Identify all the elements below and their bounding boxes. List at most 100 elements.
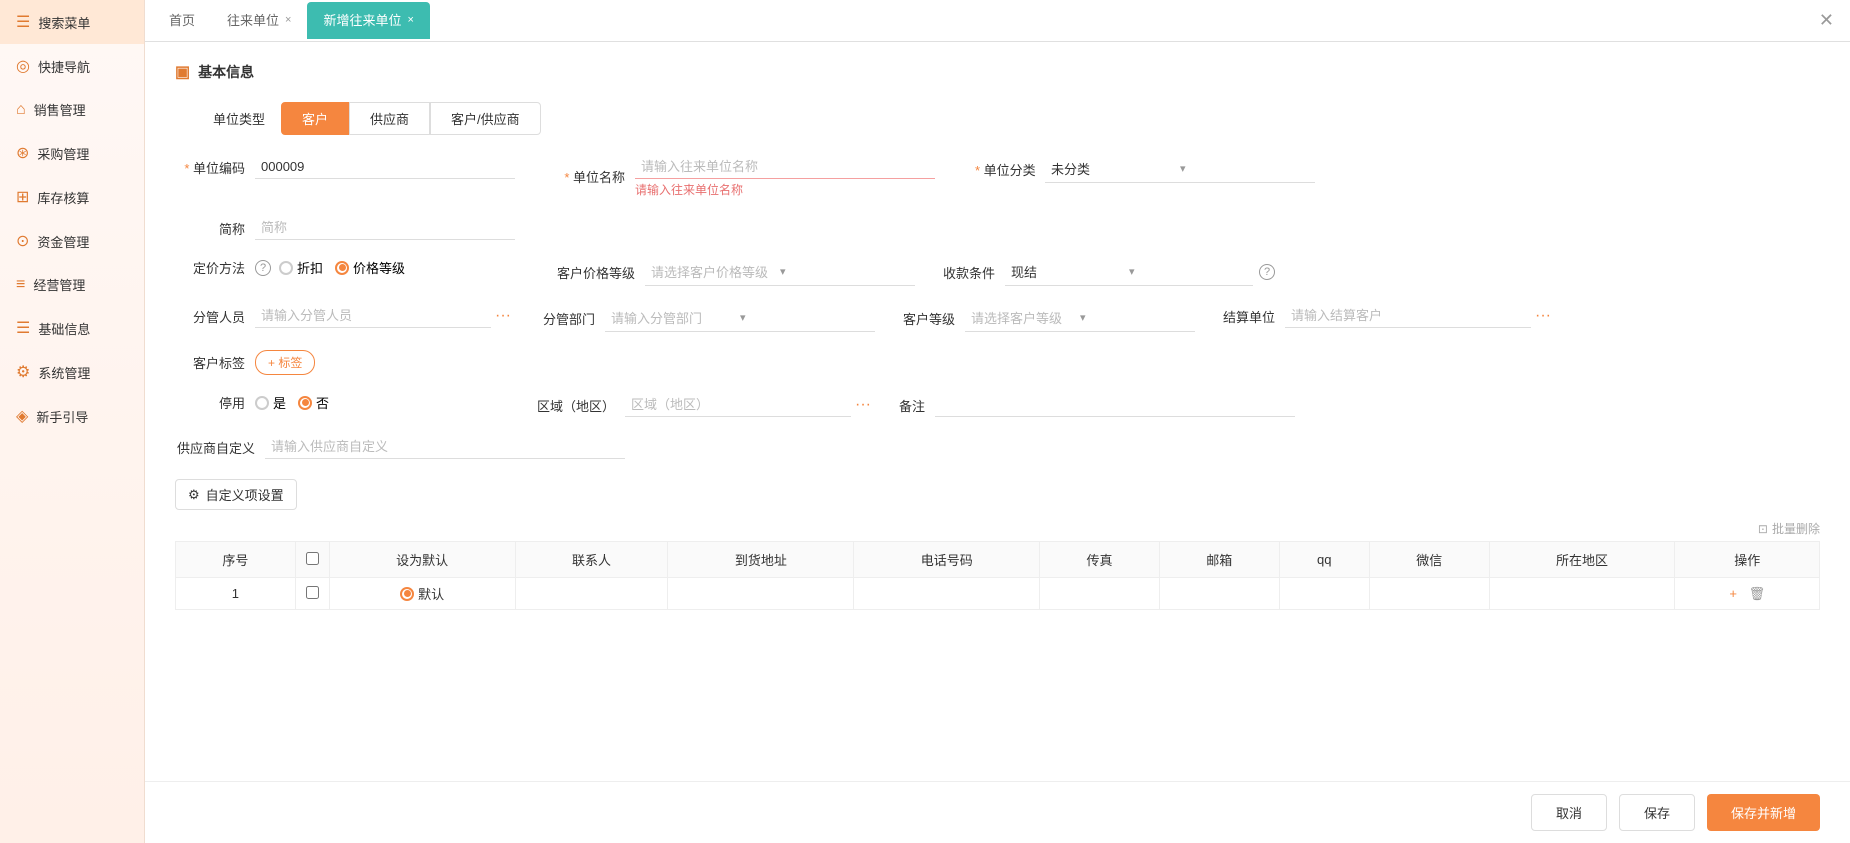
tab-add-partner[interactable]: 新增往来单位 × [307, 2, 429, 39]
tab-partner-list-close[interactable]: × [285, 14, 291, 26]
sidebar-item-purchase[interactable]: ⊛ 采购管理 [0, 131, 144, 175]
pricelevel-label: 价格等级 [353, 258, 405, 277]
supervisor-more-btn[interactable]: ··· [491, 307, 515, 325]
cell-address[interactable] [668, 578, 854, 610]
tab-home[interactable]: 首页 [153, 2, 211, 39]
section-info-icon: ▣ [175, 62, 190, 82]
sidebar-item-label: 基础信息 [38, 319, 90, 338]
disabled-radio-no[interactable]: 否 [298, 393, 329, 412]
select-all-checkbox[interactable] [306, 552, 319, 565]
add-tag-btn[interactable]: + 标签 [255, 350, 315, 375]
default-radio-circle [400, 587, 414, 601]
customer-level-select[interactable]: 请选择客户等级 ▾ [965, 304, 1195, 332]
settlement-unit-input[interactable] [1285, 304, 1531, 328]
cell-fax[interactable] [1040, 578, 1160, 610]
cell-email[interactable] [1159, 578, 1279, 610]
cell-qq[interactable] [1279, 578, 1369, 610]
tab-partner-list-label: 往来单位 [227, 10, 279, 29]
row-add-btn[interactable]: + [1729, 586, 1737, 601]
settlement-unit-more-btn[interactable]: ··· [1531, 307, 1555, 325]
form-row-tags: 客户标签 + 标签 [175, 350, 1820, 375]
sidebar-item-label: 库存核算 [37, 188, 89, 207]
payment-terms-select[interactable]: 现结 ▾ [1005, 258, 1253, 286]
sidebar-item-search[interactable]: ☰ 搜索菜单 [0, 0, 144, 44]
row-delete-btn[interactable]: 🗑 [1749, 586, 1766, 601]
row-checkbox[interactable] [306, 586, 319, 599]
save-new-button[interactable]: 保存并新增 [1707, 794, 1820, 831]
sidebar-item-ops[interactable]: ≡ 经营管理 [0, 263, 144, 306]
custom-settings-btn[interactable]: ⚙ 自定义项设置 [175, 479, 297, 510]
tab-home-label: 首页 [169, 10, 195, 29]
customer-level-label: 客户等级 [895, 309, 965, 328]
unit-category-select[interactable]: 未分类 ▾ [1045, 155, 1315, 183]
supervisor-input[interactable] [255, 304, 491, 328]
sidebar-item-stock[interactable]: ⊞ 库存核算 [0, 175, 144, 219]
sidebar-item-sales[interactable]: ⌂ 销售管理 [0, 88, 144, 131]
batch-delete-icon: ⊡ [1758, 522, 1768, 536]
col-qq: qq [1279, 542, 1369, 578]
form-row-disabled: 停用 是 否 区域（地区） [175, 393, 1820, 417]
pricing-radio-group: 折扣 价格等级 [279, 258, 405, 277]
cancel-button[interactable]: 取消 [1531, 794, 1607, 831]
field-customer-tags: 客户标签 + 标签 [175, 350, 1820, 375]
tab-partner-list[interactable]: 往来单位 × [211, 2, 307, 39]
unit-name-input[interactable] [635, 155, 935, 179]
section-title: 基本信息 [198, 62, 254, 82]
remark-input[interactable] [935, 393, 1295, 417]
region-more-btn[interactable]: ··· [851, 396, 875, 414]
sidebar-item-basicinfo[interactable]: ☰ 基础信息 [0, 306, 144, 350]
unit-code-input[interactable] [255, 155, 515, 179]
batch-delete-label[interactable]: 批量删除 [1772, 520, 1820, 537]
sidebar-item-quicknav[interactable]: ◎ 快捷导航 [0, 44, 144, 88]
sidebar-item-label: 销售管理 [34, 100, 86, 119]
customer-price-level-label: 客户价格等级 [555, 263, 645, 282]
disabled-radio-group: 是 否 [255, 393, 329, 412]
pricing-help-icon[interactable]: ? [255, 260, 271, 276]
tab-add-partner-close[interactable]: × [407, 14, 413, 26]
form-content: ▣ 基本信息 单位类型 客户 供应商 客户/供应商 单位编码 单位名称 请输入往… [145, 42, 1850, 843]
tab-add-partner-label: 新增往来单位 [323, 10, 401, 29]
pricing-radio-pricelevel[interactable]: 价格等级 [335, 258, 405, 277]
cell-contact[interactable] [515, 578, 668, 610]
unit-type-customer-btn[interactable]: 客户 [281, 102, 349, 135]
unit-type-supplier-btn[interactable]: 供应商 [349, 102, 430, 135]
col-checkbox[interactable] [295, 542, 329, 578]
settlement-unit-label: 结算单位 [1215, 307, 1285, 326]
field-payment-terms: 收款条件 现结 ▾ ? [935, 258, 1275, 286]
supplier-custom-input[interactable] [265, 435, 625, 459]
col-region: 所在地区 [1489, 542, 1675, 578]
field-customer-level: 客户等级 请选择客户等级 ▾ [895, 304, 1195, 332]
field-unit-name: 单位名称 请输入往来单位名称 [555, 155, 935, 198]
unit-type-both-btn[interactable]: 客户/供应商 [430, 102, 541, 135]
sidebar-item-sysconfig[interactable]: ⚙ 系统管理 [0, 350, 144, 394]
default-radio[interactable]: 默认 [340, 584, 505, 603]
cell-index: 1 [176, 578, 296, 610]
customer-price-level-select[interactable]: 请选择客户价格等级 ▾ [645, 258, 915, 286]
payment-terms-help[interactable]: ? [1259, 264, 1275, 280]
cell-region[interactable] [1489, 578, 1675, 610]
newguide-icon: ◈ [16, 406, 28, 426]
table-section: ⚙ 自定义项设置 ⊡ 批量删除 序号 设为默认 联系人 到货地址 电话号码 传真 [175, 479, 1820, 610]
disabled-radio-yes[interactable]: 是 [255, 393, 286, 412]
section-basic-info: ▣ 基本信息 [175, 62, 1820, 82]
supervisor-label: 分管人员 [175, 307, 255, 326]
sidebar-item-label: 经营管理 [33, 275, 85, 294]
customer-tags-label: 客户标签 [175, 353, 255, 372]
save-button[interactable]: 保存 [1619, 794, 1695, 831]
quicknav-icon: ◎ [16, 56, 30, 76]
cell-wechat[interactable] [1369, 578, 1489, 610]
short-name-input[interactable] [255, 216, 515, 240]
cell-phone[interactable] [854, 578, 1040, 610]
finance-icon: ⊙ [16, 231, 29, 251]
field-settlement-unit: 结算单位 ··· [1215, 304, 1555, 328]
window-close-btn[interactable]: ✕ [1811, 10, 1842, 31]
gear-icon: ⚙ [188, 487, 200, 503]
cell-default[interactable]: 默认 [329, 578, 515, 610]
pricing-radio-discount[interactable]: 折扣 [279, 258, 323, 277]
sidebar-item-finance[interactable]: ⊙ 资金管理 [0, 219, 144, 263]
region-input[interactable] [625, 393, 851, 417]
sysconfig-icon: ⚙ [16, 362, 30, 382]
department-select[interactable]: 请输入分管部门 ▾ [605, 304, 875, 332]
cell-checkbox[interactable] [295, 578, 329, 610]
sidebar-item-newguide[interactable]: ◈ 新手引导 [0, 394, 144, 438]
